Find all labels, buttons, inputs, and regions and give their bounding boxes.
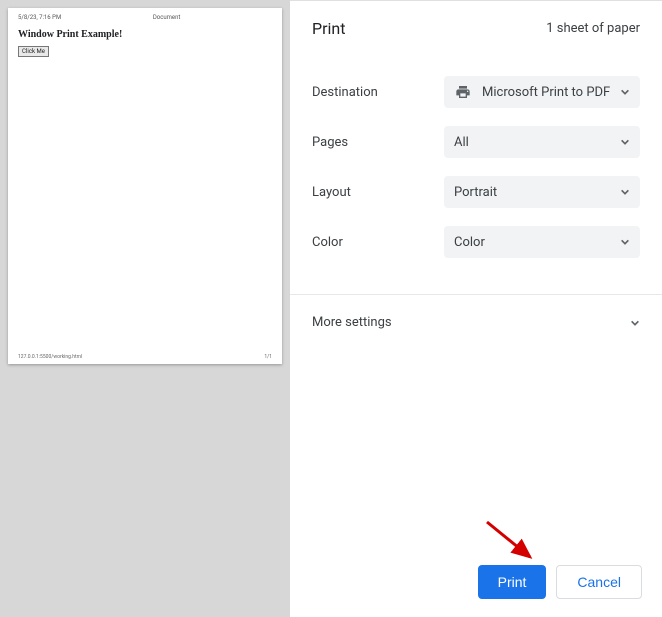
page-footer: 127.0.0.1:5500/working.html 1/1 xyxy=(18,354,272,360)
pages-select[interactable]: All xyxy=(444,126,640,158)
cancel-button[interactable]: Cancel xyxy=(556,565,642,599)
label-color: Color xyxy=(312,235,444,250)
spacer xyxy=(290,350,662,565)
destination-select[interactable]: Microsoft Print to PDF xyxy=(444,76,640,108)
page-footer-pagenum: 1/1 xyxy=(264,354,272,360)
row-destination: Destination Microsoft Print to PDF xyxy=(312,76,640,108)
layout-value: Portrait xyxy=(454,185,497,200)
page-header: 5/8/23, 7:16 PM Document xyxy=(18,14,272,21)
settings-pane: Print 1 sheet of paper Destination Micro… xyxy=(290,0,662,617)
chevron-down-icon xyxy=(620,237,630,247)
chevron-down-icon xyxy=(620,187,630,197)
row-pages: Pages All xyxy=(312,126,640,158)
more-settings-toggle[interactable]: More settings xyxy=(290,295,662,350)
action-bar: Print Cancel xyxy=(290,565,662,617)
chevron-down-icon xyxy=(620,87,630,97)
row-layout: Layout Portrait xyxy=(312,176,640,208)
label-destination: Destination xyxy=(312,85,444,100)
page-content-title: Window Print Example! xyxy=(18,29,272,40)
dialog-title: Print xyxy=(312,19,345,38)
page-content-button: Click Me xyxy=(18,46,49,57)
color-select[interactable]: Color xyxy=(444,226,640,258)
preview-pane: 5/8/23, 7:16 PM Document Window Print Ex… xyxy=(0,0,290,617)
destination-value: Microsoft Print to PDF xyxy=(482,85,610,100)
sheet-count: 1 sheet of paper xyxy=(546,21,640,36)
chevron-down-icon xyxy=(620,137,630,147)
options-section: Destination Microsoft Print to PDF Pages… xyxy=(290,54,662,295)
more-settings-label: More settings xyxy=(312,315,392,330)
label-pages: Pages xyxy=(312,135,444,150)
color-value: Color xyxy=(454,235,485,250)
label-layout: Layout xyxy=(312,185,444,200)
page-doc-name: Document xyxy=(153,14,181,21)
layout-select[interactable]: Portrait xyxy=(444,176,640,208)
page-timestamp: 5/8/23, 7:16 PM xyxy=(18,14,61,21)
chevron-down-icon xyxy=(630,318,640,328)
dialog-header: Print 1 sheet of paper xyxy=(290,1,662,54)
row-color: Color Color xyxy=(312,226,640,258)
page-preview: 5/8/23, 7:16 PM Document Window Print Ex… xyxy=(8,8,282,364)
page-footer-url: 127.0.0.1:5500/working.html xyxy=(18,354,82,360)
print-button[interactable]: Print xyxy=(478,565,547,599)
pages-value: All xyxy=(454,135,469,150)
printer-icon xyxy=(454,84,472,100)
